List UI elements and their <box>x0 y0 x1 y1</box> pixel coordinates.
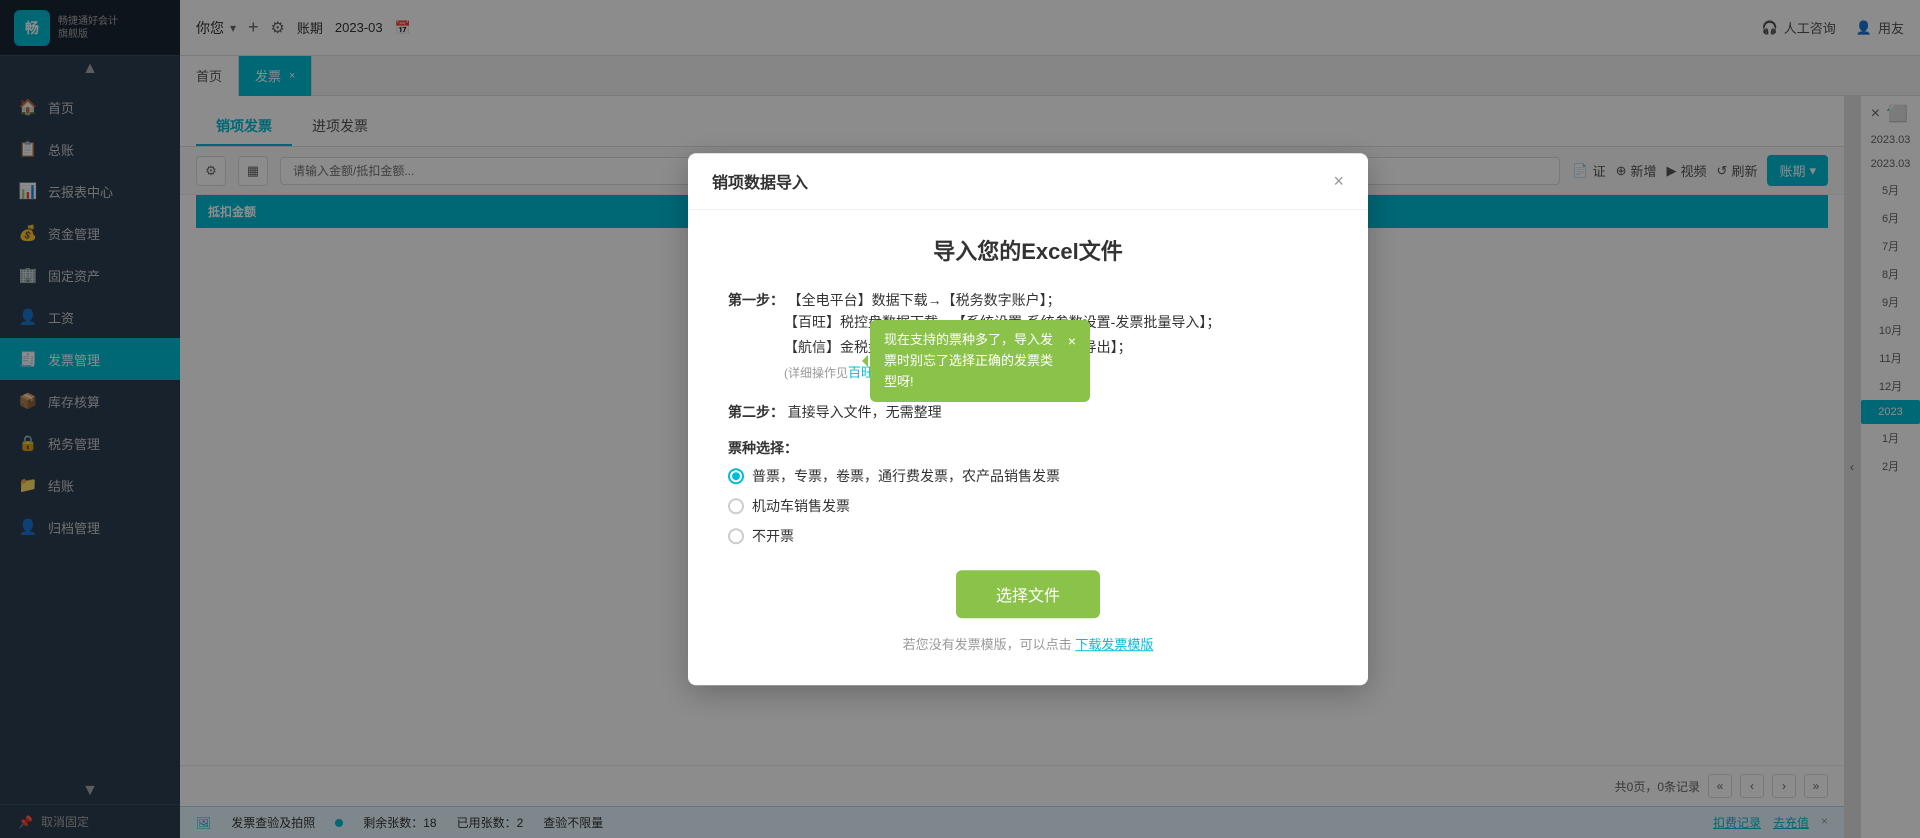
step1-label: 第一步： <box>728 292 784 308</box>
ticket-type-label: 票种选择： <box>728 440 798 456</box>
tooltip-close-icon[interactable]: × <box>1068 330 1076 352</box>
import-modal: 销项数据导入 × 导入您的Excel文件 第一步： 【全电平台】数据下载→【税务… <box>688 153 1368 685</box>
tooltip-text: 现在支持的票种多了，导入发票时别忘了选择正确的发票类型呀! <box>884 332 1053 389</box>
footer-prefix: 若您没有发票模版，可以点击 <box>903 637 1072 652</box>
radio-label-2: 机动车销售发票 <box>752 496 850 516</box>
select-file-button[interactable]: 选择文件 <box>956 570 1100 618</box>
modal-title: 销项数据导入 <box>712 169 808 193</box>
radio-label-3: 不开票 <box>752 526 794 546</box>
step1-link-prefix: (详细操作见 <box>784 367 848 381</box>
modal-body: 导入您的Excel文件 第一步： 【全电平台】数据下载→【税务数字账户】； 【百… <box>688 210 1368 685</box>
radio-circle-3 <box>728 528 744 544</box>
step2-label: 第二步： <box>728 404 784 420</box>
modal-main-title: 导入您的Excel文件 <box>728 234 1328 266</box>
radio-circle-2 <box>728 498 744 514</box>
ticket-type-group: 票种选择： 普票，专票，卷票，通行费发票，农产品销售发票 机动车销售发票 不开票 <box>728 438 1328 546</box>
tooltip-bubble: × 现在支持的票种多了，导入发票时别忘了选择正确的发票类型呀! <box>870 320 1090 402</box>
step2-section: 第二步： 直接导入文件，无需整理 <box>728 402 1328 422</box>
modal-header: 销项数据导入 × <box>688 153 1368 210</box>
download-template-link[interactable]: 下载发票模版 <box>1075 637 1153 652</box>
modal-footer: 若您没有发票模版，可以点击 下载发票模版 <box>728 634 1328 653</box>
step1-line1: 【全电平台】数据下载→【税务数字账户】； <box>788 292 1061 308</box>
radio-label-1: 普票，专票，卷票，通行费发票，农产品销售发票 <box>752 466 1060 486</box>
radio-circle-1 <box>728 468 744 484</box>
radio-option-2[interactable]: 机动车销售发票 <box>728 496 1328 516</box>
step2-content: 直接导入文件，无需整理 <box>788 404 942 420</box>
modal-close-button[interactable]: × <box>1333 171 1344 192</box>
radio-option-1[interactable]: 普票，专票，卷票，通行费发票，农产品销售发票 <box>728 466 1328 486</box>
radio-option-3[interactable]: 不开票 <box>728 526 1328 546</box>
